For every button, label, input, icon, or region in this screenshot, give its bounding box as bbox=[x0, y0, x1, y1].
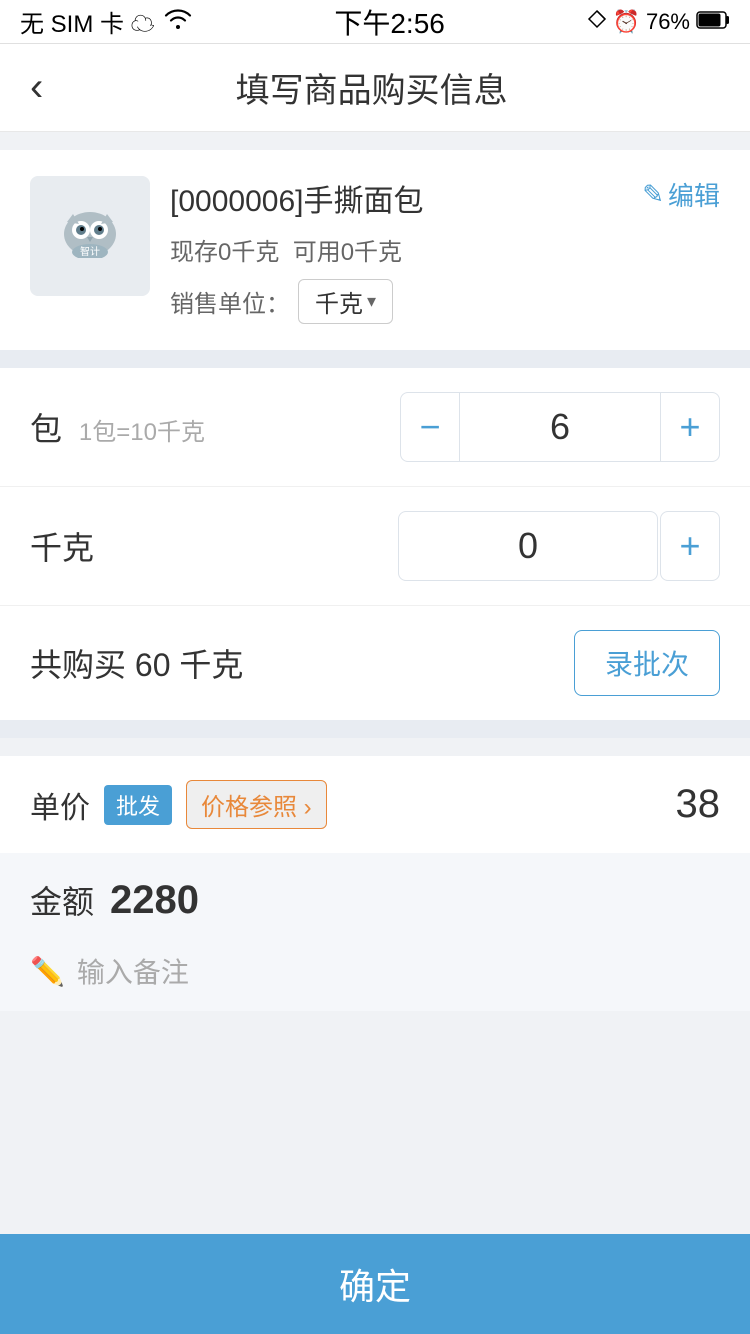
product-image-placeholder: 智计 bbox=[55, 202, 125, 270]
bao-input-row: 包 1包=10千克 − + bbox=[0, 368, 750, 487]
note-icon: ✏️ bbox=[30, 955, 65, 988]
summary-text: 共购买 60 千克 bbox=[30, 640, 243, 686]
price-section: 单价 批发 价格参照 › 38 bbox=[0, 756, 750, 853]
input-section: 包 1包=10千克 − + 千克 + bbox=[0, 368, 750, 606]
status-time: 下午2:56 bbox=[334, 2, 445, 42]
status-right: ⏰ 76% bbox=[587, 9, 730, 35]
status-bar: 无 SIM 卡 ☁ 下午2:56 ⏰ 76% bbox=[0, 0, 750, 44]
kg-input-row: 千克 + bbox=[0, 487, 750, 606]
edit-icon: ✎ bbox=[642, 179, 664, 210]
bao-label: 包 1包=10千克 bbox=[30, 404, 400, 450]
price-label: 单价 bbox=[30, 783, 90, 827]
bao-quantity-input[interactable] bbox=[460, 392, 660, 462]
battery-percent: 76% bbox=[646, 9, 690, 35]
svg-text:智计: 智计 bbox=[80, 245, 100, 258]
back-button[interactable]: ‹ bbox=[30, 65, 43, 110]
kg-plus-button[interactable]: + bbox=[660, 511, 720, 581]
summary-row: 共购买 60 千克 录批次 bbox=[0, 606, 750, 720]
batch-button[interactable]: 录批次 bbox=[574, 630, 720, 696]
page-title: 填写商品购买信息 bbox=[63, 63, 680, 112]
product-info: [0000006]手撕面包 现存0千克 可用0千克 销售单位： 千克 ▾ bbox=[170, 176, 622, 324]
amount-label: 金额 bbox=[30, 877, 94, 923]
kg-label: 千克 bbox=[30, 523, 398, 569]
unit-selector[interactable]: 千克 ▾ bbox=[298, 279, 393, 324]
bao-sublabel: 1包=10千克 bbox=[79, 419, 205, 446]
section-divider-2 bbox=[0, 720, 750, 738]
no-sim-text: 无 SIM 卡 ☁ bbox=[20, 4, 155, 39]
note-placeholder: 输入备注 bbox=[77, 951, 189, 991]
alarm-icon: ⏰ bbox=[613, 9, 640, 35]
product-stock: 现存0千克 可用0千克 bbox=[170, 232, 622, 267]
product-unit-row: 销售单位： 千克 ▾ bbox=[170, 279, 622, 324]
confirm-bar[interactable]: 确定 bbox=[0, 1234, 750, 1334]
nav-bar: ‹ 填写商品购买信息 bbox=[0, 44, 750, 132]
status-left: 无 SIM 卡 ☁ bbox=[20, 4, 193, 39]
product-name: [0000006]手撕面包 bbox=[170, 176, 622, 220]
confirm-button-label: 确定 bbox=[339, 1258, 411, 1310]
kg-quantity-input[interactable] bbox=[398, 511, 658, 581]
unit-dropdown-arrow: ▾ bbox=[367, 291, 376, 312]
amount-row: 金额 2280 bbox=[30, 877, 720, 923]
bao-quantity-control: − + bbox=[400, 392, 720, 462]
bao-plus-button[interactable]: + bbox=[660, 392, 720, 462]
price-reference-button[interactable]: 价格参照 › bbox=[186, 780, 327, 829]
wifi-icon bbox=[163, 7, 193, 36]
product-card: 智计 [0000006]手撕面包 现存0千克 可用0千克 销售单位： 千克 ▾ … bbox=[0, 150, 750, 350]
note-row[interactable]: ✏️ 输入备注 bbox=[30, 943, 720, 999]
edit-button[interactable]: ✎ 编辑 bbox=[642, 176, 720, 213]
battery-icon bbox=[696, 9, 730, 35]
location-icon bbox=[587, 9, 607, 35]
amount-value: 2280 bbox=[110, 878, 199, 923]
amount-section: 金额 2280 ✏️ 输入备注 bbox=[0, 853, 750, 1011]
bao-minus-button[interactable]: − bbox=[400, 392, 460, 462]
product-thumbnail: 智计 bbox=[30, 176, 150, 296]
section-divider-1 bbox=[0, 350, 750, 368]
price-value: 38 bbox=[676, 782, 721, 827]
price-type-badge: 批发 bbox=[104, 785, 172, 825]
kg-quantity-control: + bbox=[398, 511, 720, 581]
